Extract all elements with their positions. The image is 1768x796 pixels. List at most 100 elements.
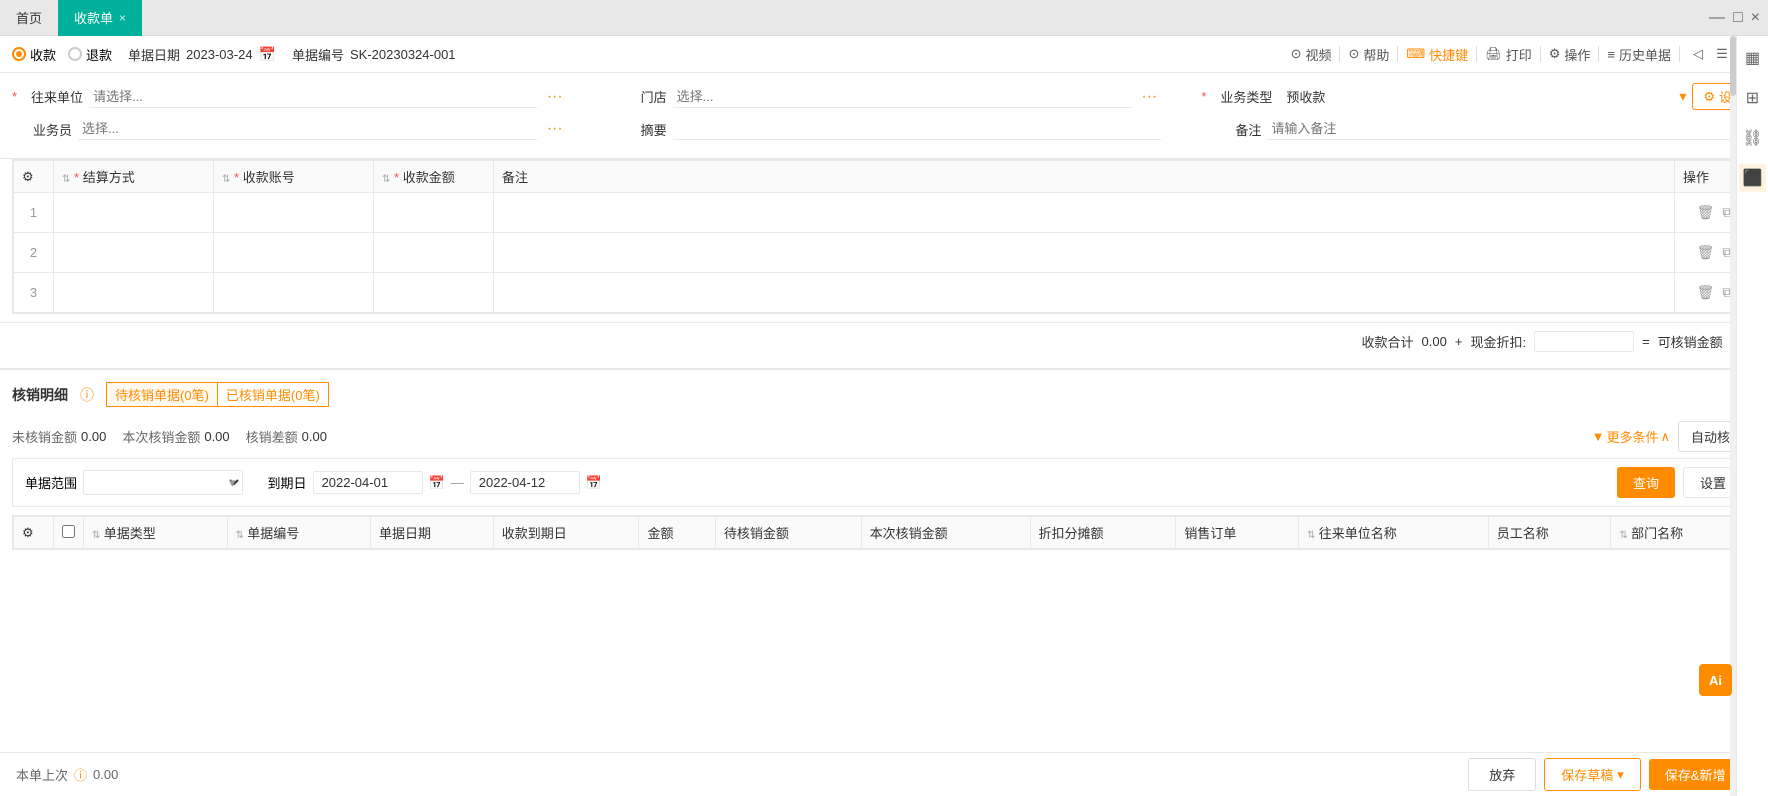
row-1-remark[interactable] <box>494 193 1675 233</box>
btable-checkbox-header[interactable] <box>54 517 84 549</box>
date-to-input[interactable] <box>470 471 580 494</box>
verifiable-label: 可核销金额 <box>1658 332 1723 351</box>
btable-select-all[interactable] <box>62 525 75 538</box>
close-btn[interactable]: × <box>1751 9 1760 27</box>
row-3-amount[interactable] <box>374 273 494 313</box>
scroll-thumb[interactable] <box>1730 36 1736 96</box>
btable-gear-header[interactable]: ⚙ <box>14 517 54 549</box>
sidebar-icon-3[interactable]: ⛓ <box>1738 124 1766 152</box>
layout-icon-2[interactable]: ☰ <box>1712 44 1732 64</box>
tab-pending[interactable]: 待核销单据(0笔) <box>106 382 217 407</box>
sidebar-icon-1[interactable]: ▦ <box>1741 44 1764 72</box>
biz-type-value[interactable]: 预收款 <box>1278 84 1673 109</box>
this-time-value: 0.00 <box>204 429 229 444</box>
btable-staff-name-header: 员工名称 <box>1488 517 1611 549</box>
verification-header: 核销明细 ⓘ 待核销单据(0笔) 已核销单据(0笔) <box>12 382 1756 407</box>
partner-field: * 往来单位 ··· <box>12 86 567 108</box>
save-draft-btn[interactable]: 保存草稿 ▾ <box>1544 758 1641 791</box>
date-label: 到期日 <box>268 473 307 492</box>
table-gear-header[interactable]: ⚙ <box>14 161 54 193</box>
bill-date-value[interactable]: 2023-03-24 <box>186 47 253 62</box>
divider-2 <box>1397 46 1398 62</box>
maximize-btn[interactable]: □ <box>1733 9 1743 27</box>
range-dropdown-icon: ▾ <box>229 475 236 491</box>
partner-input[interactable] <box>89 86 537 108</box>
row-1-account[interactable] <box>214 193 374 233</box>
tab-home[interactable]: 首页 <box>0 0 58 36</box>
salesman-more-btn[interactable]: ··· <box>543 120 567 138</box>
col-account-header: ⇅ * 收款账号 <box>214 161 374 193</box>
note-label: 备注 <box>1201 120 1261 139</box>
prev-info-icon[interactable]: ⓘ <box>74 765 87 784</box>
calendar-to-icon[interactable]: 📅 <box>586 475 602 491</box>
stats-row: 未核销金额 0.00 本次核销金额 0.00 核销差额 0.00 ▼ 更多条件 … <box>12 415 1756 458</box>
sidebar-icon-4[interactable]: ⬛ <box>1739 164 1767 192</box>
row-3-delete-icon[interactable]: 🗑 <box>1697 284 1715 301</box>
tab-receipt[interactable]: 收款单 × <box>58 0 142 36</box>
print-btn[interactable]: 🖨 打印 <box>1485 45 1532 64</box>
radio-tuikuan[interactable]: 退款 <box>68 45 112 64</box>
ai-badge[interactable]: Ai <box>1699 664 1732 696</box>
date-from-input[interactable] <box>313 471 423 494</box>
receipt-table-container: ⚙ ⇅ * 结算方式 ⇅ * 收款账号 ⇅ * 收款 <box>12 159 1756 314</box>
bill-date-label: 单据日期 <box>128 45 180 64</box>
salesman-input[interactable] <box>78 118 537 140</box>
tab-home-label: 首页 <box>16 8 42 27</box>
query-btn[interactable]: 查询 <box>1617 467 1675 498</box>
tab-close-icon[interactable]: × <box>119 11 126 25</box>
btable-bill-type-header: ⇅ 单据类型 <box>84 517 228 549</box>
divider-1 <box>1339 46 1340 62</box>
sidebar-icon-2[interactable]: ⊞ <box>1742 84 1763 112</box>
row-2-delete-icon[interactable]: 🗑 <box>1697 244 1715 261</box>
video-btn[interactable]: ⊙ 视频 <box>1291 45 1332 64</box>
biz-required: * <box>1201 89 1206 104</box>
radio-shoukuan[interactable]: 收款 <box>12 45 56 64</box>
plus-sign: + <box>1455 334 1463 349</box>
row-3-remark[interactable] <box>494 273 1675 313</box>
divider-4 <box>1540 46 1541 62</box>
row-2-settlement[interactable] <box>54 233 214 273</box>
main-content: 收款 退款 单据日期 2023-03-24 📅 单据编号 SK-20230324… <box>0 36 1768 796</box>
row-3-settlement[interactable] <box>54 273 214 313</box>
history-btn[interactable]: ≡ 历史单据 <box>1607 45 1671 64</box>
bill-no-value[interactable]: SK-20230324-001 <box>350 47 456 62</box>
more-conditions-btn[interactable]: ▼ 更多条件 ∧ <box>1592 427 1670 446</box>
row-2-remark[interactable] <box>494 233 1675 273</box>
table-row: 2 🗑 ⧉ <box>14 233 1755 273</box>
row-1-settlement[interactable] <box>54 193 214 233</box>
print-icon: 🖨 <box>1485 46 1502 62</box>
verification-info-icon[interactable]: ⓘ <box>80 385 94 405</box>
unverified-stat: 未核销金额 0.00 <box>12 427 106 446</box>
remark-input[interactable] <box>673 118 1162 140</box>
note-input[interactable] <box>1267 118 1756 140</box>
video-icon: ⊙ <box>1291 46 1302 62</box>
tab-receipt-label: 收款单 <box>74 8 113 27</box>
calendar-icon[interactable]: 📅 <box>259 46 276 63</box>
partner-required: * <box>12 89 17 104</box>
calendar-from-icon[interactable]: 📅 <box>429 475 445 491</box>
row-1-delete-icon[interactable]: 🗑 <box>1697 204 1715 221</box>
tab-done[interactable]: 已核销单据(0笔) <box>217 382 329 407</box>
btable-pending-amount-header: 待核销金额 <box>715 517 861 549</box>
btable-this-amount-header: 本次核销金额 <box>861 517 1030 549</box>
help-btn[interactable]: ⊙ 帮助 <box>1348 45 1389 64</box>
row-2-account[interactable] <box>214 233 374 273</box>
abandon-btn[interactable]: 放弃 <box>1468 758 1536 791</box>
range-select[interactable] <box>83 470 243 495</box>
layout-icon-1[interactable]: ◁ <box>1688 44 1708 64</box>
row-2-amount[interactable] <box>374 233 494 273</box>
shop-more-btn[interactable]: ··· <box>1137 88 1161 106</box>
discount-input[interactable] <box>1534 331 1634 352</box>
ops-icon: ⚙ <box>1549 46 1561 62</box>
row-3-account[interactable] <box>214 273 374 313</box>
form-row-2: 业务员 ··· 摘要 备注 <box>12 118 1756 140</box>
ops-btn[interactable]: ⚙ 操作 <box>1549 45 1591 64</box>
date-filter: 到期日 📅 — 📅 <box>268 471 602 494</box>
shortcut-btn[interactable]: ⌨ 快捷键 <box>1406 45 1468 64</box>
row-1-amount[interactable] <box>374 193 494 233</box>
minimize-btn[interactable]: — <box>1709 9 1725 27</box>
btable-receipt-date-header: 收款到期日 <box>493 517 639 549</box>
shop-input[interactable] <box>673 86 1132 108</box>
biz-type-dropdown-icon[interactable]: ▾ <box>1679 88 1686 105</box>
partner-more-btn[interactable]: ··· <box>543 88 567 106</box>
